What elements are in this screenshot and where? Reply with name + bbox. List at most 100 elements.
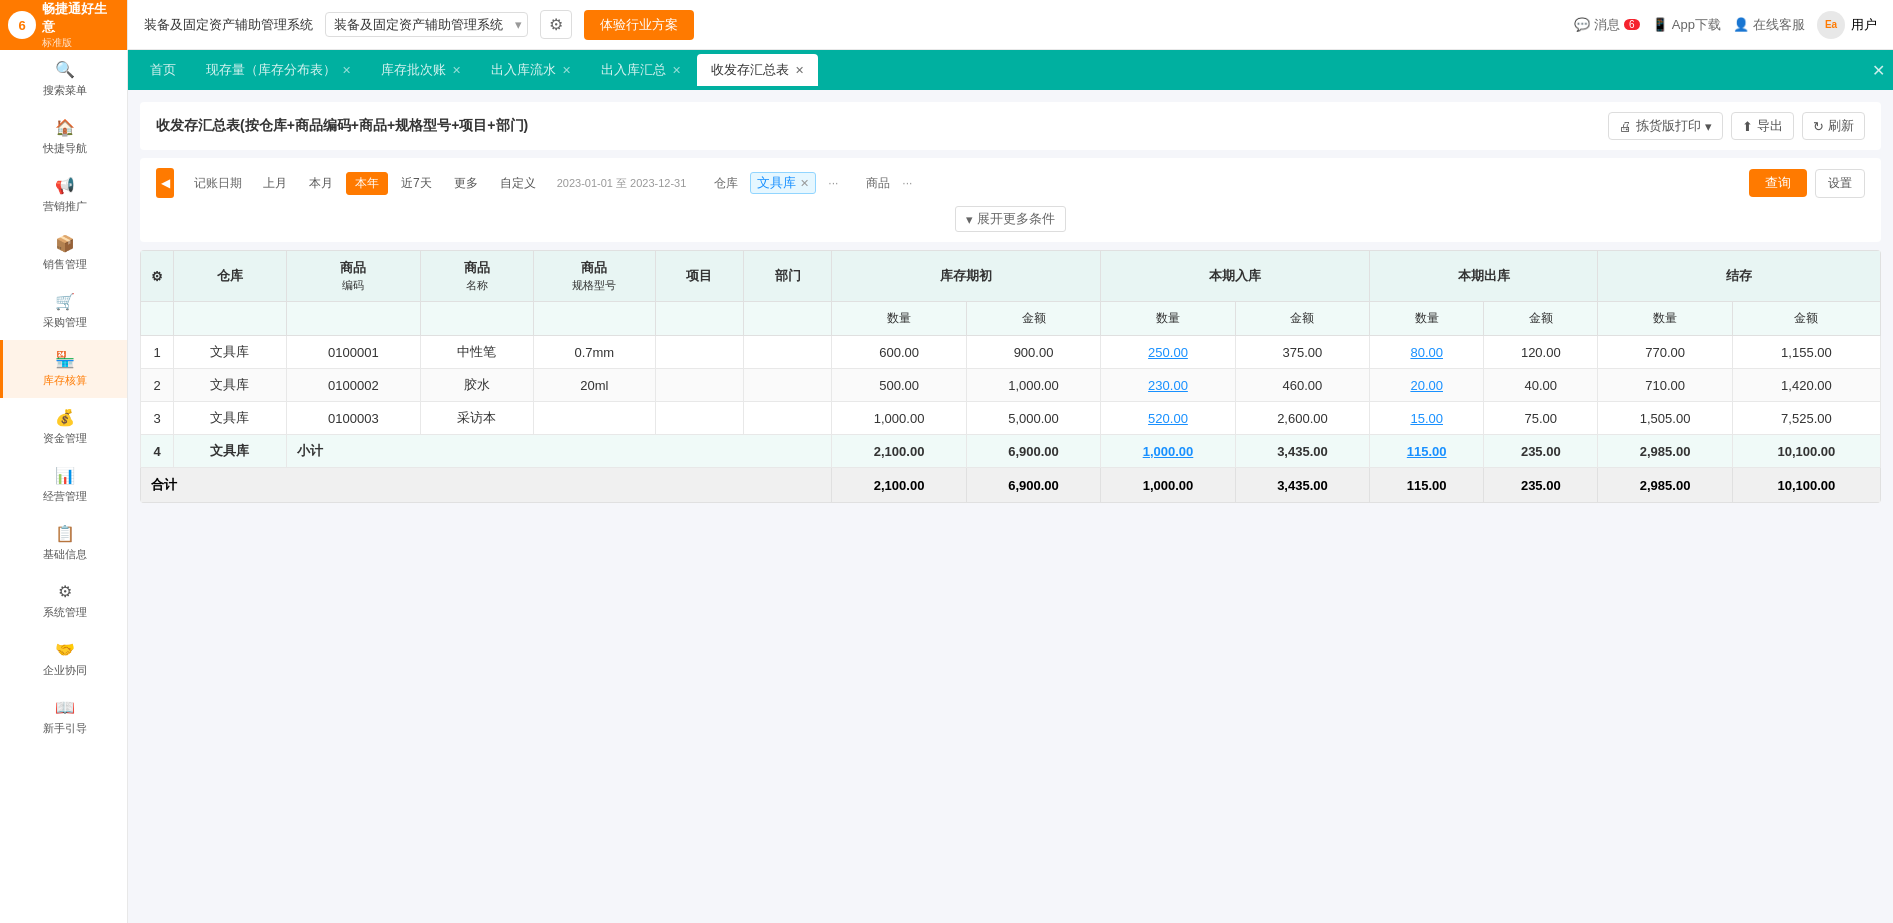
tab-batch-close[interactable]: ✕ [452, 64, 461, 77]
col-settings[interactable]: ⚙ [141, 251, 174, 302]
content: 收发存汇总表(按仓库+商品编码+商品+规格型号+项目+部门) 🖨 拣货版打印 ▾… [128, 90, 1893, 923]
date-btn-this-year[interactable]: 本年 [346, 172, 388, 195]
avatar: Ea [1817, 11, 1845, 39]
sub-open-qty: 2,100.00 [832, 435, 966, 468]
message-btn[interactable]: 💬 消息 6 [1574, 16, 1640, 34]
sub-name [421, 302, 534, 336]
newbie-icon: 📖 [55, 698, 75, 717]
refresh-icon: ↻ [1813, 119, 1824, 134]
row-out-qty[interactable]: 20.00 [1370, 369, 1484, 402]
trial-btn[interactable]: 体验行业方案 [584, 10, 694, 40]
sidebar-items: 🔍 搜索菜单 🏠 快捷导航 📢 营销推广 📦 销售管理 🛒 采购管理 🏪 库存核… [0, 50, 127, 746]
tab-inventory-close[interactable]: ✕ [342, 64, 351, 77]
sub-in-qty[interactable]: 1,000.00 [1101, 435, 1235, 468]
user-area[interactable]: Ea 用户 [1817, 11, 1877, 39]
row-in-qty[interactable]: 230.00 [1101, 369, 1235, 402]
tab-home[interactable]: 首页 [136, 54, 190, 86]
tab-receive-summary-close[interactable]: ✕ [795, 64, 804, 77]
system-select[interactable]: 装备及固定资产辅助管理系统 [325, 12, 528, 37]
tab-area-close-btn[interactable]: ✕ [1872, 61, 1885, 80]
sub-open-amt: 金额 [966, 302, 1100, 336]
sidebar-item-newbie[interactable]: 📖 新手引导 [0, 688, 127, 746]
filter-row-1: ◀ 记账日期 上月 本月 本年 近7天 更多 自定义 2023-01-01 至 … [156, 168, 1865, 198]
sidebar-item-business[interactable]: 📊 经营管理 [0, 456, 127, 514]
row-bal-qty: 710.00 [1598, 369, 1732, 402]
export-btn[interactable]: ⬆ 导出 [1731, 112, 1794, 140]
expand-more-btn[interactable]: ▾ 展开更多条件 [955, 206, 1066, 232]
warehouse-tag-close-btn[interactable]: ✕ [800, 177, 809, 190]
sidebar-item-marketing[interactable]: 📢 营销推广 [0, 166, 127, 224]
refresh-btn[interactable]: ↻ 刷新 [1802, 112, 1865, 140]
row-name: 中性笔 [421, 336, 534, 369]
row-in-qty[interactable]: 520.00 [1101, 402, 1235, 435]
subtotal-row: 4 文具库 小计 2,100.00 6,900.00 1,000.00 3,43… [141, 435, 1881, 468]
product-filter-label: 商品 [866, 175, 890, 192]
tab-inout-summary-close[interactable]: ✕ [672, 64, 681, 77]
query-btn[interactable]: 查询 [1749, 169, 1807, 197]
row-bal-amt: 1,155.00 [1732, 336, 1880, 369]
marketing-icon: 📢 [55, 176, 75, 195]
total-out-amt: 235.00 [1484, 468, 1598, 503]
row-open-qty: 1,000.00 [832, 402, 966, 435]
date-btn-custom[interactable]: 自定义 [491, 172, 545, 195]
date-btn-this-month[interactable]: 本月 [300, 172, 342, 195]
tab-batch[interactable]: 库存批次账 ✕ [367, 54, 475, 86]
service-btn[interactable]: 👤 在线客服 [1733, 16, 1805, 34]
tab-inout-flow-close[interactable]: ✕ [562, 64, 571, 77]
warehouse-more-btn[interactable]: ··· [828, 176, 838, 190]
row-out-qty[interactable]: 80.00 [1370, 336, 1484, 369]
row-no: 1 [141, 336, 174, 369]
print-btn[interactable]: 🖨 拣货版打印 ▾ [1608, 112, 1723, 140]
row-no: 2 [141, 369, 174, 402]
sidebar-item-search[interactable]: 🔍 搜索菜单 [0, 50, 127, 108]
date-range-display: 2023-01-01 至 2023-12-31 [557, 176, 687, 191]
row-name: 胶水 [421, 369, 534, 402]
row-out-qty[interactable]: 15.00 [1370, 402, 1484, 435]
col-spec: 商品规格型号 [533, 251, 655, 302]
row-dept [744, 369, 832, 402]
row-in-qty[interactable]: 250.00 [1101, 336, 1235, 369]
sub-in-amt: 金额 [1235, 302, 1369, 336]
row-bal-amt: 1,420.00 [1732, 369, 1880, 402]
inventory-icon: 🏪 [55, 350, 75, 369]
row-in-amt: 375.00 [1235, 336, 1369, 369]
table-container: ⚙ 仓库 商品编码 商品名称 商品规格型号 项目 部门 库存期初 本期入库 本期… [140, 250, 1881, 503]
sidebar-title: 畅捷通好生意 [42, 0, 119, 36]
business-icon: 📊 [55, 466, 75, 485]
filter-bar: ◀ 记账日期 上月 本月 本年 近7天 更多 自定义 2023-01-01 至 … [140, 158, 1881, 242]
sidebar-item-corp[interactable]: 🤝 企业协同 [0, 630, 127, 688]
sub-bal-qty: 2,985.00 [1598, 435, 1732, 468]
date-btn-last-month[interactable]: 上月 [254, 172, 296, 195]
page-actions: 🖨 拣货版打印 ▾ ⬆ 导出 ↻ 刷新 [1608, 112, 1865, 140]
row-open-amt: 5,000.00 [966, 402, 1100, 435]
tab-inventory[interactable]: 现存量（库存分布表） ✕ [192, 54, 365, 86]
col-dept: 部门 [744, 251, 832, 302]
tab-inout-flow[interactable]: 出入库流水 ✕ [477, 54, 585, 86]
product-more-btn[interactable]: ··· [902, 176, 912, 190]
sidebar-item-finance[interactable]: 💰 资金管理 [0, 398, 127, 456]
filter-setting-btn[interactable]: 设置 [1815, 169, 1865, 198]
sidebar-item-purchase[interactable]: 🛒 采购管理 [0, 282, 127, 340]
sub-out-qty[interactable]: 115.00 [1370, 435, 1484, 468]
settings-icon-btn[interactable]: ⚙ [540, 10, 572, 39]
sidebar-item-basic[interactable]: 📋 基础信息 [0, 514, 127, 572]
row-bal-qty: 770.00 [1598, 336, 1732, 369]
system-icon: ⚙ [58, 582, 72, 601]
tab-inout-summary[interactable]: 出入库汇总 ✕ [587, 54, 695, 86]
table-row: 2 文具库 0100002 胶水 20ml 500.00 1,000.00 23… [141, 369, 1881, 402]
col-code: 商品编码 [286, 251, 420, 302]
sidebar-item-quicknav[interactable]: 🏠 快捷导航 [0, 108, 127, 166]
sidebar-item-sales[interactable]: 📦 销售管理 [0, 224, 127, 282]
row-spec [533, 402, 655, 435]
row-project [655, 402, 743, 435]
total-row: 合计 2,100.00 6,900.00 1,000.00 3,435.00 1… [141, 468, 1881, 503]
collapse-arrow-btn[interactable]: ◀ [156, 168, 174, 198]
sidebar-item-system[interactable]: ⚙ 系统管理 [0, 572, 127, 630]
date-btn-more[interactable]: 更多 [445, 172, 487, 195]
tab-receive-summary[interactable]: 收发存汇总表 ✕ [697, 54, 818, 86]
sidebar-header: 6 畅捷通好生意 标准版 [0, 0, 127, 50]
app-download-btn[interactable]: 📱 App下载 [1652, 16, 1721, 34]
date-btn-7days[interactable]: 近7天 [392, 172, 441, 195]
sidebar-item-inventory[interactable]: 🏪 库存核算 [0, 340, 127, 398]
system-name: 装备及固定资产辅助管理系统 [144, 16, 313, 34]
